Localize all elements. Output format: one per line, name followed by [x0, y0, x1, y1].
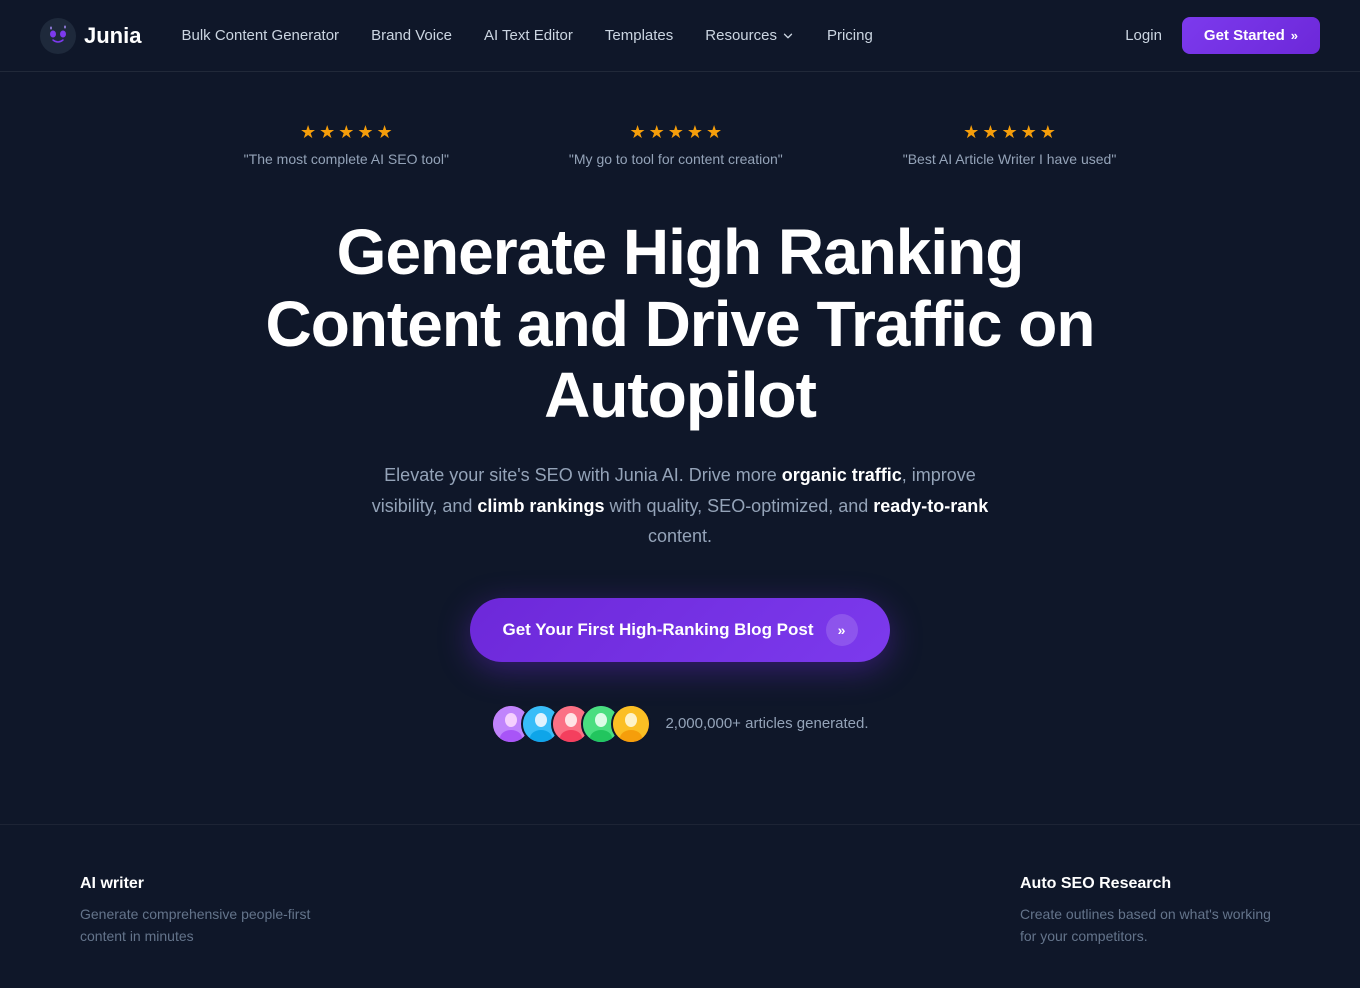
feature-auto-seo: Auto SEO Research Create outlines based … [1020, 875, 1280, 948]
feature-ai-writer: AI writer Generate comprehensive people-… [80, 875, 340, 948]
cta-arrow-icon: » [826, 614, 858, 646]
navbar-right: Login Get Started » [1125, 17, 1320, 54]
templates-link[interactable]: Templates [605, 27, 673, 44]
brand-voice-link[interactable]: Brand Voice [371, 27, 452, 44]
reviews-row: ★ ★ ★ ★ ★ "The most complete AI SEO tool… [244, 122, 1117, 167]
star-icon: ★ [338, 122, 354, 143]
get-started-button[interactable]: Get Started » [1182, 17, 1320, 54]
star-icon: ★ [377, 122, 393, 143]
double-chevron-icon: » [1291, 28, 1298, 43]
star-icon: ★ [357, 122, 373, 143]
feature-ai-writer-desc: Generate comprehensive people-first cont… [80, 903, 340, 948]
pricing-link[interactable]: Pricing [827, 27, 873, 44]
chevron-down-icon [781, 29, 795, 43]
star-icon: ★ [629, 122, 645, 143]
stars-2: ★ ★ ★ ★ ★ [629, 122, 722, 143]
star-icon: ★ [300, 122, 316, 143]
bulk-content-generator-link[interactable]: Bulk Content Generator [181, 27, 339, 44]
star-icon: ★ [1021, 122, 1037, 143]
review-text-1: "The most complete AI SEO tool" [244, 151, 449, 167]
avatar-image-5 [613, 706, 649, 742]
review-item-2: ★ ★ ★ ★ ★ "My go to tool for content cre… [569, 122, 783, 167]
hero-section: ★ ★ ★ ★ ★ "The most complete AI SEO tool… [0, 72, 1360, 804]
avatars-group [491, 704, 651, 744]
star-icon: ★ [963, 122, 979, 143]
get-started-label: Get Started [1204, 27, 1285, 44]
review-text-3: "Best AI Article Writer I have used" [903, 151, 1117, 167]
logo[interactable]: Junia [40, 18, 141, 54]
star-icon: ★ [1040, 122, 1056, 143]
features-row: AI writer Generate comprehensive people-… [0, 824, 1360, 988]
subtitle-plain: Elevate your site's SEO with Junia AI. D… [384, 465, 782, 485]
login-button[interactable]: Login [1125, 27, 1162, 44]
subtitle-bold-3: ready-to-rank [873, 496, 988, 516]
navbar: Junia Bulk Content Generator Brand Voice… [0, 0, 1360, 72]
subtitle-end: content. [648, 526, 712, 546]
stars-3: ★ ★ ★ ★ ★ [963, 122, 1056, 143]
avatars-row: 2,000,000+ articles generated. [491, 704, 868, 744]
resources-label: Resources [705, 27, 777, 44]
avatar-5 [611, 704, 651, 744]
star-icon: ★ [319, 122, 335, 143]
feature-auto-seo-title: Auto SEO Research [1020, 875, 1280, 893]
star-icon: ★ [668, 122, 684, 143]
resources-link[interactable]: Resources [705, 27, 795, 44]
nav-links: Bulk Content Generator Brand Voice AI Te… [181, 27, 872, 44]
review-item-3: ★ ★ ★ ★ ★ "Best AI Article Writer I have… [903, 122, 1117, 167]
star-icon: ★ [649, 122, 665, 143]
articles-count-text: 2,000,000+ articles generated. [665, 715, 868, 732]
subtitle-bold-1: organic traffic [782, 465, 902, 485]
feature-ai-writer-title: AI writer [80, 875, 340, 893]
subtitle-mid-2: with quality, SEO-optimized, and [604, 496, 873, 516]
review-item-1: ★ ★ ★ ★ ★ "The most complete AI SEO tool… [244, 122, 449, 167]
hero-title: Generate High Ranking Content and Drive … [250, 217, 1110, 432]
logo-text: Junia [84, 23, 141, 49]
star-icon: ★ [982, 122, 998, 143]
star-icon: ★ [1001, 122, 1017, 143]
navbar-left: Junia Bulk Content Generator Brand Voice… [40, 18, 873, 54]
ai-text-editor-link[interactable]: AI Text Editor [484, 27, 573, 44]
cta-label: Get Your First High-Ranking Blog Post [502, 620, 813, 640]
subtitle-bold-2: climb rankings [477, 496, 604, 516]
stars-1: ★ ★ ★ ★ ★ [300, 122, 393, 143]
hero-subtitle: Elevate your site's SEO with Junia AI. D… [350, 460, 1010, 552]
star-icon: ★ [687, 122, 703, 143]
cta-button[interactable]: Get Your First High-Ranking Blog Post » [470, 598, 889, 662]
feature-auto-seo-desc: Create outlines based on what's working … [1020, 903, 1280, 948]
star-icon: ★ [706, 122, 722, 143]
review-text-2: "My go to tool for content creation" [569, 151, 783, 167]
junia-logo-icon [40, 18, 76, 54]
